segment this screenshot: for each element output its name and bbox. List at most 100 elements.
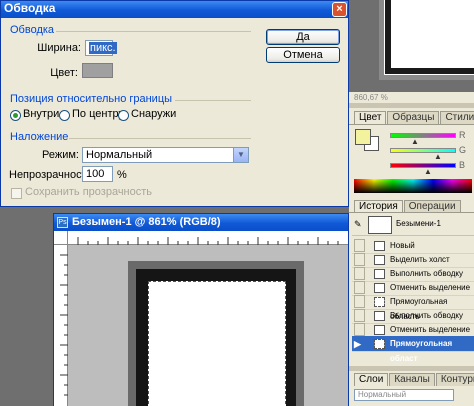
- tab-paths[interactable]: Контуры: [435, 373, 474, 386]
- history-item-checkbox[interactable]: [354, 239, 365, 252]
- group-divider: [69, 138, 251, 139]
- opacity-unit: %: [117, 169, 127, 181]
- ruler-corner: [54, 231, 68, 245]
- ruler-left[interactable]: [54, 231, 68, 406]
- snapshot-label: Безымени-1: [396, 219, 441, 228]
- stroke-dialog: Обводка × Обводка Ширина: пикс. Цвет: По…: [0, 0, 349, 207]
- panel-dock-handle: [349, 366, 474, 371]
- panel-divider: [349, 212, 474, 213]
- slider-b-thumb-icon[interactable]: ▲: [424, 167, 432, 176]
- slider-b-track[interactable]: [390, 163, 456, 168]
- history-item-checkbox[interactable]: [354, 267, 365, 280]
- history-item-selected[interactable]: ▶ Прямоугольная област: [352, 336, 474, 363]
- preserve-transparency-label: Сохранить прозрачность: [25, 186, 153, 198]
- history-item-checkbox[interactable]: [354, 295, 365, 308]
- blend-mode-select[interactable]: Нормальный ▼: [82, 147, 249, 163]
- canvas-selection[interactable]: [148, 281, 286, 406]
- radio-outside[interactable]: [118, 110, 129, 121]
- history-item-checkbox[interactable]: [354, 323, 365, 336]
- history-item-label: Отменить выделение: [390, 325, 471, 334]
- history-step-icon: [374, 325, 385, 335]
- history-step-icon: [374, 269, 385, 279]
- history-item-label: Новый: [390, 241, 415, 250]
- foreground-color-swatch[interactable]: [355, 129, 371, 145]
- history-item-label: Выполнить обводку: [390, 311, 464, 320]
- color-label: Цвет:: [50, 67, 78, 79]
- cancel-button[interactable]: Отмена: [266, 47, 340, 63]
- color-panel: Цвет Образцы Стили R G B ▲ ▲ ▲: [349, 103, 474, 198]
- slider-r-track[interactable]: [390, 133, 456, 138]
- history-item-label: Выполнить обводку: [390, 269, 464, 278]
- history-step-icon: [374, 255, 385, 265]
- background-document-inner: [391, 0, 474, 68]
- ruler-left-ticks: [60, 254, 68, 396]
- history-item-checkbox[interactable]: [354, 309, 365, 322]
- stroke-color-swatch[interactable]: [82, 63, 113, 78]
- width-input[interactable]: пикс.: [85, 40, 117, 56]
- radio-center[interactable]: [59, 110, 70, 121]
- layer-blend-mode-select[interactable]: Нормальный: [354, 389, 454, 401]
- close-icon: ×: [336, 3, 343, 15]
- close-button[interactable]: ×: [332, 2, 347, 17]
- history-item-checkbox[interactable]: [354, 281, 365, 294]
- tab-styles[interactable]: Стили: [440, 111, 474, 124]
- slider-g-track[interactable]: [390, 148, 456, 153]
- position-group-title: Позиция относительно границы: [10, 93, 173, 105]
- opacity-label: Непрозрачность:: [9, 169, 96, 181]
- radio-inside-label[interactable]: Внутри: [23, 108, 59, 120]
- group-divider: [56, 31, 251, 32]
- canvas-pasteboard[interactable]: [68, 245, 348, 406]
- history-item-checkbox[interactable]: [354, 253, 365, 266]
- group-divider: [175, 100, 251, 101]
- history-item-label: Отменить выделение: [390, 283, 471, 292]
- slider-r-thumb-icon[interactable]: ▲: [411, 137, 419, 146]
- radio-inside[interactable]: [10, 110, 21, 121]
- channel-label-r: R: [459, 130, 466, 140]
- tab-swatches[interactable]: Образцы: [387, 111, 440, 124]
- color-panel-tabs: Цвет Образцы Стили: [354, 111, 474, 124]
- dialog-titlebar[interactable]: Обводка: [1, 1, 348, 18]
- layer-blend-mode-value: Нормальный: [358, 390, 407, 399]
- document-window[interactable]: Безымен-1 @ 861% (RGB/8) Ps: [53, 213, 349, 406]
- history-step-icon: [374, 283, 385, 293]
- background-document: [349, 0, 474, 92]
- channel-label-g: G: [459, 145, 467, 155]
- marquee-step-icon: [374, 297, 385, 307]
- tab-layers[interactable]: Слои: [354, 373, 389, 386]
- blend-mode-value: Нормальный: [86, 149, 153, 161]
- panel-dock-handle: [349, 103, 474, 108]
- history-state-pointer-icon[interactable]: ▶: [354, 337, 365, 350]
- layers-panel: Слои Каналы Контуры Нормальный: [349, 366, 474, 406]
- mode-label: Режим:: [42, 149, 79, 161]
- radio-center-label[interactable]: По центру: [72, 108, 124, 120]
- slider-g-thumb-icon[interactable]: ▲: [434, 152, 442, 161]
- blend-group-title: Наложение: [10, 131, 69, 143]
- history-step-icon: [374, 241, 385, 251]
- tab-color[interactable]: Цвет: [354, 111, 387, 124]
- width-label: Ширина:: [37, 42, 81, 54]
- ok-button[interactable]: Да: [266, 29, 340, 45]
- history-item-label: Выделить холст: [390, 255, 450, 264]
- ruler-top[interactable]: [68, 231, 348, 245]
- history-brush-icon: ✎: [354, 219, 362, 229]
- opacity-input[interactable]: 100: [82, 166, 113, 182]
- ruler-top-ticks: [77, 237, 339, 245]
- color-spectrum[interactable]: [354, 179, 472, 193]
- document-titlebar[interactable]: Безымен-1 @ 861% (RGB/8): [54, 214, 348, 231]
- chevron-down-icon[interactable]: ▼: [233, 148, 248, 162]
- width-unit-selected: пикс.: [89, 42, 117, 54]
- opacity-value: 100: [86, 168, 105, 180]
- zoom-status: 860,67 %: [349, 92, 474, 103]
- channel-label-b: B: [459, 160, 466, 170]
- radio-outside-label[interactable]: Снаружи: [131, 108, 176, 120]
- marquee-step-icon: [374, 339, 385, 349]
- history-panel: История Операции ✎ Безымени-1 Новый Выде…: [349, 198, 474, 366]
- color-spectrum-shade: [354, 179, 472, 193]
- history-step-icon: [374, 311, 385, 321]
- stroke-group-title: Обводка: [10, 24, 55, 36]
- history-snapshot-row[interactable]: ✎ Безымени-1: [352, 214, 474, 236]
- preserve-transparency-checkbox[interactable]: [11, 188, 22, 199]
- tab-channels[interactable]: Каналы: [389, 373, 435, 386]
- layers-panel-tabs: Слои Каналы Контуры: [354, 373, 474, 386]
- snapshot-thumbnail: [368, 216, 392, 234]
